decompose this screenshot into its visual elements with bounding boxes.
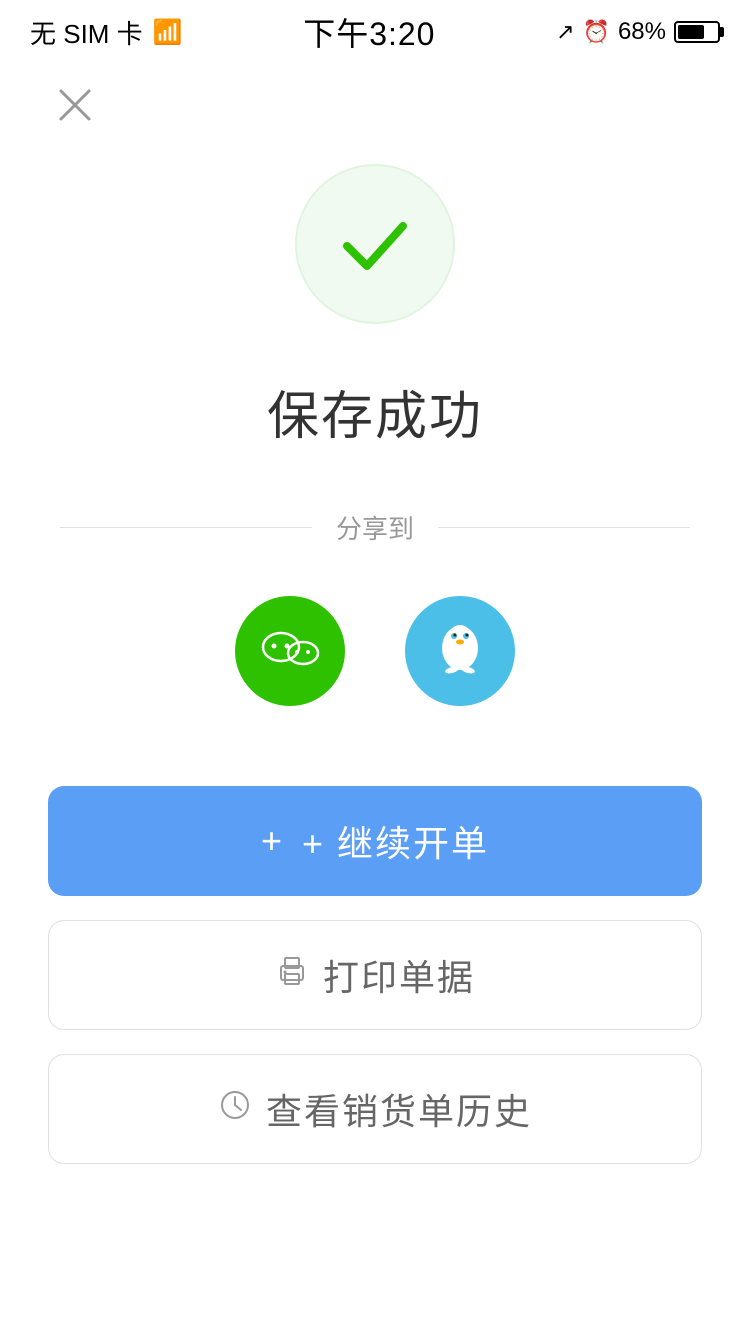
clock-icon [218, 1088, 252, 1131]
divider-line-left [60, 527, 312, 528]
qq-icon [430, 618, 490, 684]
printer-icon [275, 954, 309, 996]
battery-icon [674, 21, 720, 43]
no-sim-text: 无 SIM 卡 [30, 14, 143, 51]
print-button[interactable]: 打印单据 [48, 920, 702, 1030]
close-button[interactable] [50, 80, 100, 130]
battery-fill [678, 25, 704, 39]
status-right: ↗ ⏰ 68% [556, 18, 720, 46]
checkmark-icon [335, 204, 415, 284]
status-time: 下午3:20 [303, 9, 435, 55]
status-left: 无 SIM 卡 📶 [30, 14, 183, 51]
share-divider: 分享到 [0, 509, 750, 546]
status-bar: 无 SIM 卡 📶 下午3:20 ↗ ⏰ 68% [0, 0, 750, 64]
share-qq-button[interactable] [405, 596, 515, 706]
print-label: 打印单据 [323, 949, 475, 1001]
close-icon [57, 87, 93, 123]
alarm-icon: ⏰ [583, 19, 610, 45]
continue-button[interactable]: + + 继续开单 [48, 786, 702, 896]
success-title: 保存成功 [267, 374, 483, 449]
success-circle [295, 164, 455, 324]
share-wechat-button[interactable] [235, 596, 345, 706]
location-icon: ↗ [556, 19, 574, 45]
wifi-icon: 📶 [153, 18, 183, 47]
main-content: 保存成功 分享到 [0, 64, 750, 1164]
history-label: 查看销货单历史 [266, 1083, 532, 1135]
plus-icon: + [261, 820, 284, 862]
wechat-icon [259, 625, 321, 677]
continue-label: + 继续开单 [302, 815, 489, 867]
divider-label: 分享到 [312, 509, 438, 546]
history-button[interactable]: 查看销货单历史 [48, 1054, 702, 1164]
divider-line-right [438, 527, 690, 528]
action-buttons-container: + + 继续开单 打印单据 查看销货单历 [0, 786, 750, 1164]
battery-percent: 68% [618, 18, 666, 46]
share-icons-container [235, 596, 515, 706]
